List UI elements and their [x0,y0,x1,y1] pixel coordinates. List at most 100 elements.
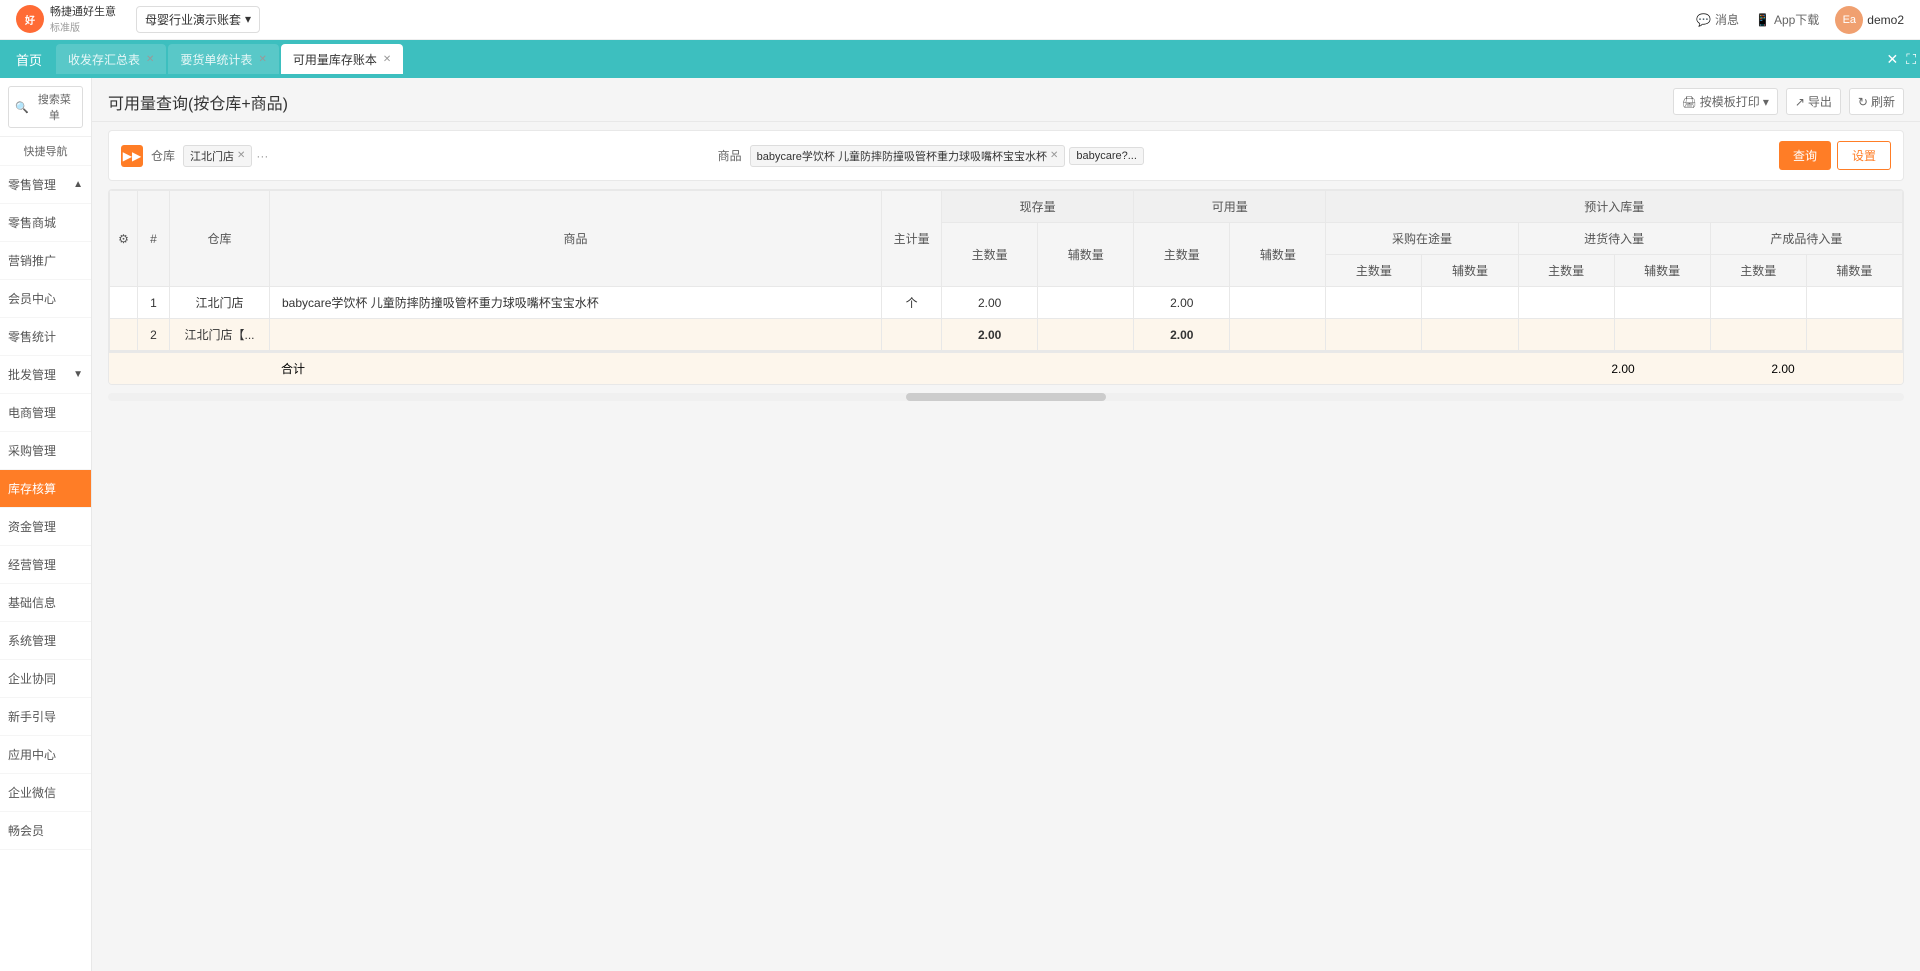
row-unit-1: 个 [882,287,942,319]
main-layout: 🔍 搜索菜单 快捷导航 零售管理 ▲ 零售商城 营销推广 会员中心 零售统计 批… [0,78,1920,971]
sidebar-item-operations[interactable]: 经营管理 [0,546,91,584]
top-bar-left: 好 畅捷通好生意 标准版 母婴行业演示账套 ▾ [16,5,260,34]
sidebar-item-member[interactable]: 会员中心 [0,280,91,318]
sidebar-item-label-retail-mall: 零售商城 [8,214,56,231]
th-gear: ⚙ [110,191,138,287]
filter-more-dots[interactable]: ··· [256,149,268,163]
tab-receive-send[interactable]: 收发存汇总表 ✕ [56,44,166,74]
sidebar-item-basic-info[interactable]: 基础信息 [0,584,91,622]
filter-toggle-button[interactable]: ▶▶ [121,145,143,167]
row-warehouse-2: 江北门店【... [170,319,270,351]
tab-home[interactable]: 首页 [4,50,54,69]
sidebar-item-enterprise[interactable]: 企业协同 [0,660,91,698]
print-template-button[interactable]: 🖨 按模板打印 ▾ [1673,88,1778,115]
sidebar-item-label-retail-mgmt: 零售管理 [8,176,56,193]
th-seq: # [138,191,170,287]
search-menu-label: 搜索菜单 [33,91,76,123]
search-menu-button[interactable]: 🔍 搜索菜单 [8,86,83,128]
tab-close-all-icon[interactable]: ✕ [1886,51,1898,68]
sidebar-item-retail-stats[interactable]: 零售统计 [0,318,91,356]
product-tag-1: babycare学饮杯 儿童防摔防撞吸管杯重力球吸嘴杯宝宝水杯 ✕ [750,145,1066,167]
sidebar: 🔍 搜索菜单 快捷导航 零售管理 ▲ 零售商城 营销推广 会员中心 零售统计 批… [0,78,92,971]
user-name: demo2 [1867,13,1904,27]
th-current-main-qty: 主数量 [942,223,1038,287]
tab-order-stats[interactable]: 要货单统计表 ✕ [168,44,278,74]
settings-button[interactable]: 设置 [1837,141,1891,170]
logo-subtitle: 标准版 [50,19,116,34]
chevron-down-icon: ▾ [245,12,251,26]
tab-expand-icon[interactable]: ⛶ [1906,51,1916,68]
sidebar-item-new-guide[interactable]: 新手引导 [0,698,91,736]
sidebar-item-wholesale[interactable]: 批发管理 ▼ [0,356,91,394]
export-icon: ↗ [1795,95,1805,109]
tab-close-available-stock[interactable]: ✕ [383,54,391,65]
avatar: Ea [1835,6,1863,34]
refresh-icon: ↻ [1858,95,1868,109]
top-bar-right: 💬 消息 📱 App下载 Ea demo2 [1696,6,1904,34]
sidebar-item-finance[interactable]: 资金管理 [0,508,91,546]
th-production-aux: 辅数量 [1806,255,1902,287]
sidebar-item-vip-member[interactable]: 畅会员 [0,812,91,850]
th-available-main-qty: 主数量 [1134,223,1230,287]
row-purchase-main-2 [1326,319,1422,351]
sidebar-item-inventory[interactable]: 库存核算 [0,470,91,508]
row-current-main-2: 2.00 [942,319,1038,351]
top-bar: 好 畅捷通好生意 标准版 母婴行业演示账套 ▾ 💬 消息 📱 App下载 Ea … [0,0,1920,40]
table-row: 2 江北门店【... 2.00 2.00 [110,319,1903,351]
row-production-main-2 [1710,319,1806,351]
app-download-button[interactable]: 📱 App下载 [1755,11,1819,28]
row-production-main-1 [1710,287,1806,319]
app-icon: 📱 [1755,13,1770,27]
row-current-aux-1 [1038,287,1134,319]
sidebar-item-retail-mall[interactable]: 零售商城 [0,204,91,242]
tab-close-receive-send[interactable]: ✕ [146,54,154,65]
table-footer: 合计 2.00 2.00 [109,351,1903,384]
warehouse-tag-close[interactable]: ✕ [237,150,245,161]
sidebar-item-ecommerce[interactable]: 电商管理 [0,394,91,432]
table-row: 1 江北门店 babycare学饮杯 儿童防摔防撞吸管杯重力球吸嘴杯宝宝水杯 个… [110,287,1903,319]
query-button[interactable]: 查询 [1779,141,1831,170]
tab-available-stock[interactable]: 可用量库存账本 ✕ [281,44,403,74]
sidebar-item-label-inventory: 库存核算 [8,480,56,497]
export-button[interactable]: ↗ 导出 [1786,88,1841,115]
arrow-icon-wholesale: ▼ [73,369,83,380]
product-tag-1-close[interactable]: ✕ [1050,150,1058,161]
footer-current-main: 2.00 [1583,362,1663,376]
sidebar-item-app-center[interactable]: 应用中心 [0,736,91,774]
th-warehouse: 仓库 [170,191,270,287]
sidebar-item-label-marketing: 营销推广 [8,252,56,269]
gear-icon[interactable]: ⚙ [118,232,129,246]
product-tag-2: babycare?... [1069,147,1144,165]
th-product: 商品 [270,191,882,287]
th-available-aux-qty: 辅数量 [1230,223,1326,287]
quick-nav-button[interactable]: 快捷导航 [0,137,91,166]
user-area[interactable]: Ea demo2 [1835,6,1904,34]
row-seq-2: 2 [138,319,170,351]
scroll-thumb[interactable] [906,393,1106,401]
row-warehouse-1: 江北门店 [170,287,270,319]
sidebar-item-enterprise-wechat[interactable]: 企业微信 [0,774,91,812]
th-current-aux-qty: 辅数量 [1038,223,1134,287]
sidebar-item-purchase[interactable]: 采购管理 [0,432,91,470]
logo-text-block: 畅捷通好生意 标准版 [50,5,116,34]
sidebar-item-retail-mgmt[interactable]: 零售管理 ▲ [0,166,91,204]
row-gear-2 [110,319,138,351]
th-incoming-pending: 进货待入量 [1518,223,1710,255]
store-selector[interactable]: 母婴行业演示账套 ▾ [136,6,260,33]
row-current-aux-2 [1038,319,1134,351]
tab-close-order-stats[interactable]: ✕ [258,54,266,65]
logo-icon: 好 [16,5,44,33]
sidebar-item-marketing[interactable]: 营销推广 [0,242,91,280]
message-button[interactable]: 💬 消息 [1696,11,1739,28]
app-download-label: App下载 [1774,11,1819,28]
warehouse-tags: 江北门店 ✕ ··· [183,145,694,167]
th-purchase-main: 主数量 [1326,255,1422,287]
footer-available-main: 2.00 [1743,362,1823,376]
tab-label-available-stock: 可用量库存账本 [293,51,377,68]
scroll-indicator [108,393,1904,401]
refresh-button[interactable]: ↻ 刷新 [1849,88,1904,115]
row-incoming-aux-2 [1614,319,1710,351]
sidebar-item-label-enterprise: 企业协同 [8,670,56,687]
row-production-aux-2 [1806,319,1902,351]
sidebar-item-system[interactable]: 系统管理 [0,622,91,660]
